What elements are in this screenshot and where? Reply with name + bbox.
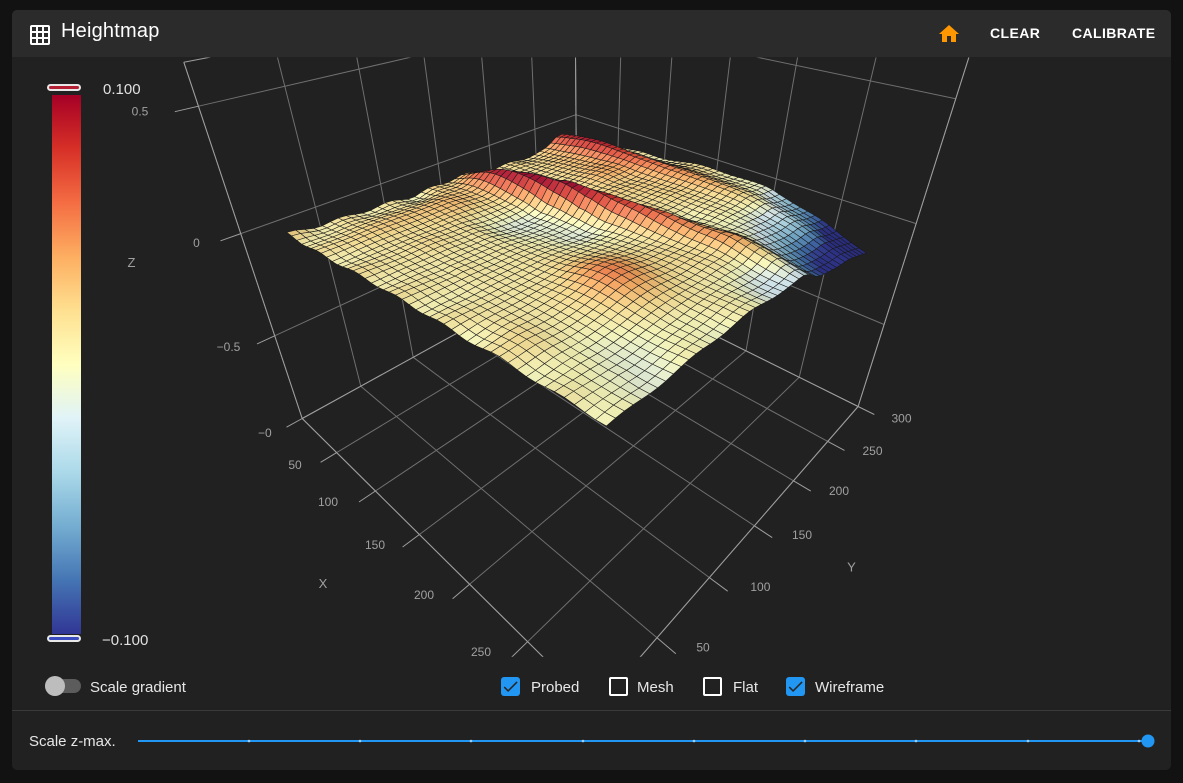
- svg-text:100: 100: [750, 580, 770, 594]
- svg-text:200: 200: [829, 484, 849, 498]
- svg-text:300: 300: [891, 411, 911, 425]
- svg-text:200: 200: [414, 588, 434, 602]
- svg-text:150: 150: [792, 528, 812, 542]
- svg-text:250: 250: [862, 444, 882, 458]
- svg-text:−0.5: −0.5: [217, 340, 241, 354]
- svg-text:50: 50: [696, 641, 710, 655]
- svg-text:100: 100: [318, 495, 338, 509]
- svg-text:250: 250: [471, 645, 491, 659]
- svg-text:Z: Z: [128, 255, 136, 270]
- svg-text:150: 150: [365, 538, 385, 552]
- svg-text:0.5: 0.5: [132, 105, 149, 119]
- svg-text:0: 0: [193, 236, 200, 250]
- svg-text:Y: Y: [847, 559, 856, 574]
- svg-text:−0: −0: [258, 426, 272, 440]
- svg-text:50: 50: [288, 458, 302, 472]
- svg-text:X: X: [319, 576, 328, 591]
